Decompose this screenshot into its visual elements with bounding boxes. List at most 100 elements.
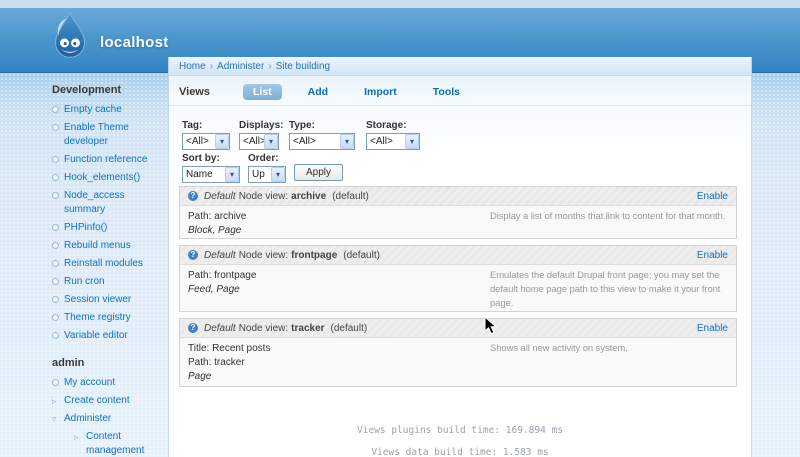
circle-bullet-icon: [52, 222, 62, 231]
sidebar-item-theme-registry[interactable]: Theme registry: [52, 311, 164, 325]
circle-bullet-icon: [52, 240, 62, 249]
collapsed-arrow-icon: ▹: [52, 396, 57, 406]
drupal-logo-icon[interactable]: [48, 11, 92, 66]
view-row-header: ? Default Node view: tracker (default) E…: [180, 319, 736, 338]
data-build-time: Views data build time: 1.583 ms: [371, 447, 549, 457]
tab-tools[interactable]: Tools: [423, 84, 470, 100]
sidebar: Development Empty cache Enable Theme dev…: [0, 73, 168, 457]
sidebar-section-admin: admin My account ▹ Create content ▿ Admini…: [52, 357, 164, 457]
apply-button[interactable]: Apply: [294, 164, 344, 181]
view-description: Emulates the default Drupal front page; …: [490, 270, 721, 309]
storage-filter-select[interactable]: <All> ▾: [366, 133, 420, 150]
breadcrumb: Home › Administer › Site building: [169, 57, 751, 76]
sidebar-item-function-reference[interactable]: Function reference: [52, 153, 164, 167]
sidebar-item-run-cron[interactable]: Run cron: [52, 275, 164, 289]
sidebar-item-create-content[interactable]: ▹ Create content: [52, 394, 164, 408]
sidebar-heading: admin: [52, 357, 85, 369]
enable-link[interactable]: Enable: [697, 191, 728, 202]
sidebar-section-development: Development Empty cache Enable Theme dev…: [52, 84, 164, 343]
circle-bullet-icon: [52, 377, 62, 386]
tag-filter-label: Tag:: [182, 120, 203, 131]
breadcrumb-home-link[interactable]: Home: [179, 61, 206, 72]
sidebar-item-content-management[interactable]: ▹ Content management: [74, 430, 164, 457]
displays-filter-label: Displays:: [239, 120, 284, 131]
sidebar-item-rebuild-menus[interactable]: Rebuild menus: [52, 239, 164, 253]
collapsed-arrow-icon: ▹: [74, 432, 79, 442]
enable-link[interactable]: Enable: [697, 323, 728, 334]
tab-bar: List Add Import Tools: [243, 83, 470, 100]
view-displays: Page: [188, 371, 212, 382]
sidebar-item-empty-cache[interactable]: Empty cache: [52, 103, 164, 117]
views-list: ? Default Node view: archive (default) E…: [179, 186, 737, 393]
type-filter-select[interactable]: <All> ▾: [289, 133, 355, 150]
site-title[interactable]: localhost: [100, 34, 169, 51]
sidebar-item-my-account[interactable]: My account: [52, 376, 164, 390]
plugins-build-time: Views plugins build time: 169.894 ms: [357, 425, 563, 436]
view-row-frontpage: ? Default Node view: frontpage (default)…: [179, 245, 737, 312]
view-description: Shows all new activity on system.: [490, 343, 628, 354]
sort-by-label: Sort by:: [182, 153, 220, 164]
help-icon[interactable]: ?: [188, 191, 198, 201]
order-label: Order:: [248, 153, 279, 164]
view-name: frontpage: [291, 249, 338, 261]
breadcrumb-separator: ›: [209, 61, 214, 72]
sidebar-item-administer[interactable]: ▿ Administer: [52, 412, 164, 426]
circle-bullet-icon: [52, 294, 62, 303]
circle-bullet-icon: [52, 312, 62, 321]
dropdown-arrow-icon: ▾: [405, 134, 419, 149]
circle-bullet-icon: [52, 104, 62, 113]
view-row-body: Path: archive Block, Page Display a list…: [180, 206, 736, 238]
tab-add[interactable]: Add: [298, 84, 338, 100]
top-strip: [0, 0, 800, 8]
sidebar-item-node-access-summary[interactable]: Node_access summary: [52, 189, 164, 217]
circle-bullet-icon: [52, 276, 62, 285]
build-time-footer: Views plugins build time: 169.894 ms Vie…: [169, 425, 751, 457]
circle-bullet-icon: [52, 258, 62, 267]
tab-list[interactable]: List: [243, 83, 282, 100]
page-title: Views: [179, 86, 210, 98]
displays-filter-select[interactable]: <All> ▾: [239, 133, 279, 150]
view-displays: Block, Page: [188, 225, 242, 236]
storage-filter-label: Storage:: [366, 120, 407, 131]
dropdown-arrow-icon: ▾: [215, 134, 229, 149]
enable-link[interactable]: Enable: [697, 250, 728, 261]
mouse-cursor: [484, 315, 498, 340]
sidebar-item-session-viewer[interactable]: Session viewer: [52, 293, 164, 307]
tag-filter-select[interactable]: <All> ▾: [182, 133, 230, 150]
breadcrumb-administer-link[interactable]: Administer: [217, 61, 264, 72]
sidebar-item-hook-elements[interactable]: Hook_elements(): [52, 171, 164, 185]
view-row-header: ? Default Node view: frontpage (default)…: [180, 246, 736, 265]
dropdown-arrow-icon: ▾: [271, 167, 285, 182]
help-icon[interactable]: ?: [188, 323, 198, 333]
sidebar-item-phpinfo[interactable]: PHPinfo(): [52, 221, 164, 235]
sidebar-item-reinstall-modules[interactable]: Reinstall modules: [52, 257, 164, 271]
view-row-archive: ? Default Node view: archive (default) E…: [179, 186, 737, 239]
circle-bullet-icon: [52, 330, 62, 339]
help-icon[interactable]: ?: [188, 250, 198, 260]
order-select[interactable]: Up ▾: [248, 166, 286, 183]
sidebar-item-enable-theme-developer[interactable]: Enable Theme developer: [52, 121, 164, 149]
breadcrumb-site-building-link[interactable]: Site building: [276, 61, 330, 72]
view-row-tracker: ? Default Node view: tracker (default) E…: [179, 318, 737, 387]
view-name: tracker: [291, 322, 325, 334]
sidebar-heading: Development: [52, 84, 122, 96]
circle-bullet-icon: [52, 122, 62, 131]
main-content-panel: Home › Administer › Site building Views List…: [168, 57, 752, 457]
circle-bullet-icon: [52, 154, 62, 163]
view-detail: Path: tracker: [188, 357, 245, 368]
sort-by-select[interactable]: Name ▾: [182, 166, 240, 183]
circle-bullet-icon: [52, 190, 62, 199]
sidebar-item-variable-editor[interactable]: Variable editor: [52, 329, 164, 343]
tab-import[interactable]: Import: [354, 84, 407, 100]
circle-bullet-icon: [52, 172, 62, 181]
expanded-arrow-icon: ▿: [52, 414, 57, 424]
dropdown-arrow-icon: ▾: [225, 167, 239, 182]
dropdown-arrow-icon: ▾: [264, 134, 278, 149]
view-row-header: ? Default Node view: archive (default) E…: [180, 187, 736, 206]
tab-underline: [169, 105, 751, 106]
breadcrumb-separator: ›: [268, 61, 272, 72]
view-description: Display a list of months that link to co…: [490, 211, 726, 222]
view-name: archive: [291, 190, 327, 202]
view-row-body: Path: frontpage Feed, Page Emulates the …: [180, 265, 736, 311]
view-row-body: Title: Recent posts Path: tracker Page S…: [180, 338, 736, 386]
